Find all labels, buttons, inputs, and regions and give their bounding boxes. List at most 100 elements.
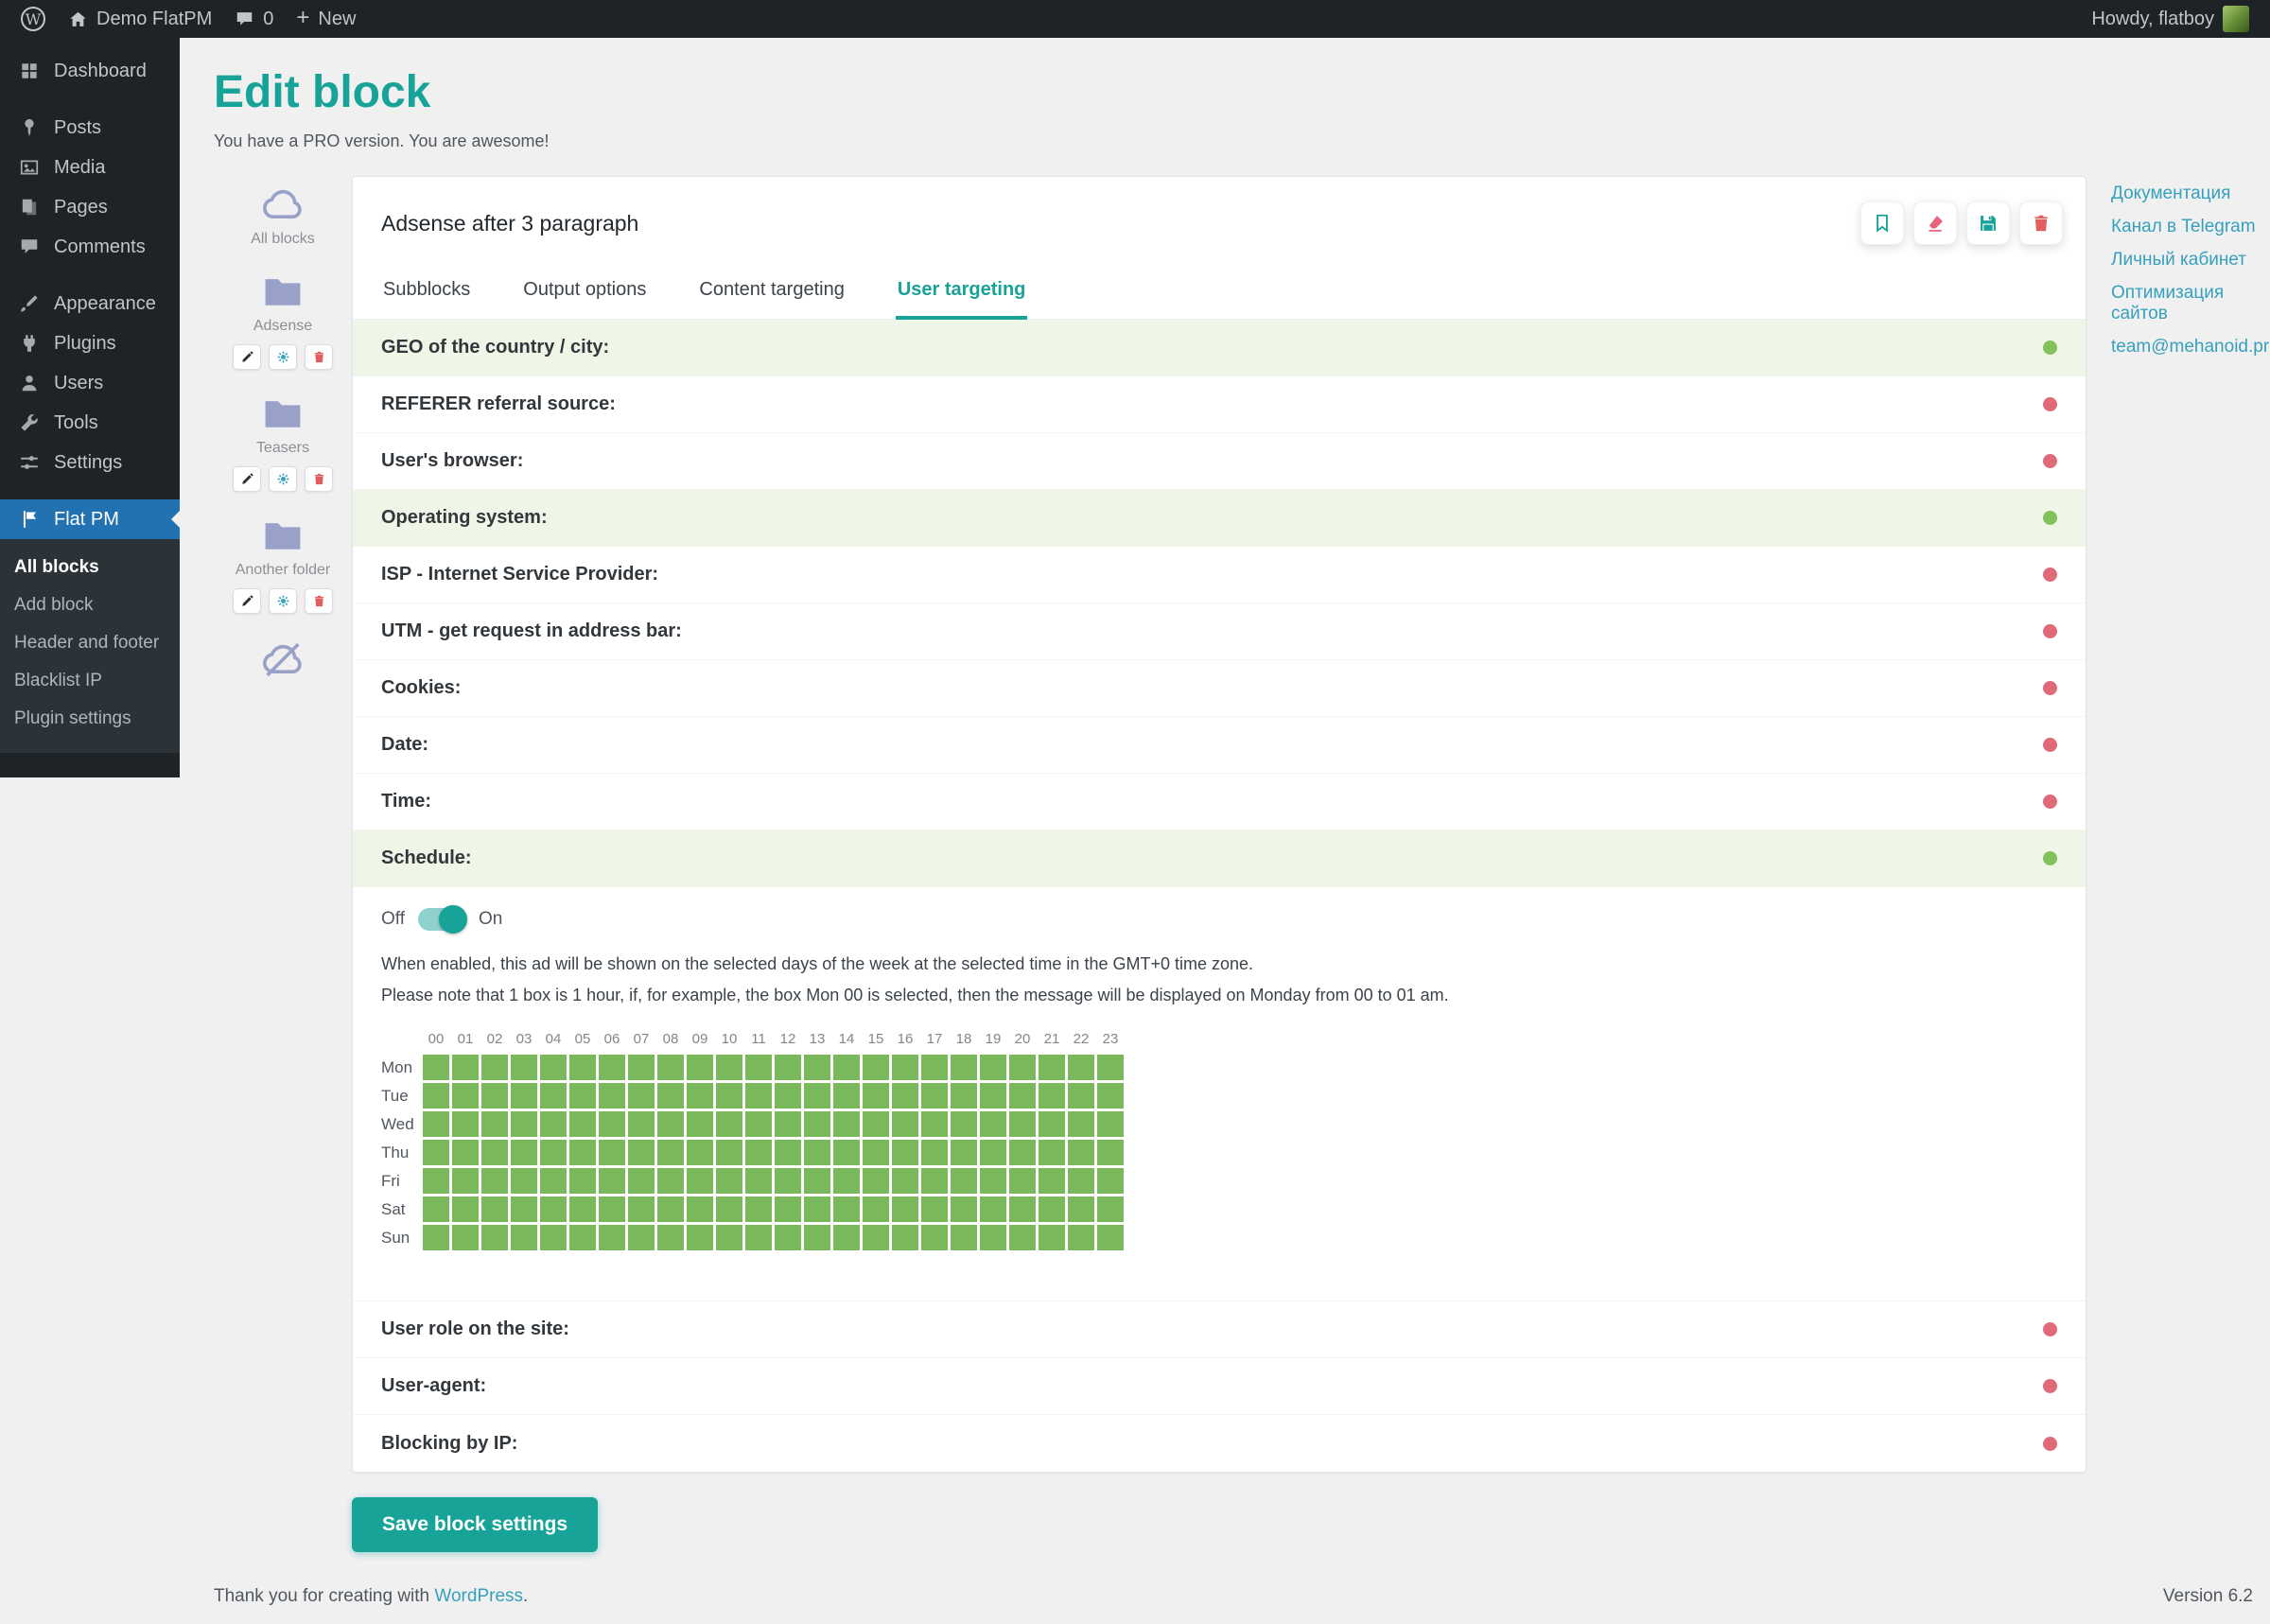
schedule-cell-wed-12[interactable] bbox=[775, 1111, 801, 1137]
schedule-cell-wed-02[interactable] bbox=[481, 1111, 508, 1137]
tab-subblocks[interactable]: Subblocks bbox=[381, 268, 472, 320]
targeting-row-geo-of-the-country-city[interactable]: GEO of the country / city: bbox=[353, 320, 2086, 376]
schedule-cell-wed-14[interactable] bbox=[833, 1111, 860, 1137]
targeting-row-user-agent[interactable]: User-agent: bbox=[353, 1358, 2086, 1415]
schedule-cell-mon-07[interactable] bbox=[628, 1055, 655, 1080]
schedule-cell-mon-10[interactable] bbox=[716, 1055, 742, 1080]
schedule-cell-tue-11[interactable] bbox=[745, 1083, 772, 1109]
schedule-cell-fri-15[interactable] bbox=[863, 1168, 889, 1194]
schedule-cell-sat-06[interactable] bbox=[599, 1196, 625, 1222]
schedule-cell-sun-11[interactable] bbox=[745, 1225, 772, 1250]
sidebar-item-plugins[interactable]: Plugins bbox=[0, 323, 180, 363]
schedule-cell-sat-12[interactable] bbox=[775, 1196, 801, 1222]
schedule-cell-wed-09[interactable] bbox=[687, 1111, 713, 1137]
schedule-cell-fri-12[interactable] bbox=[775, 1168, 801, 1194]
sidebar-item-appearance[interactable]: Appearance bbox=[0, 284, 180, 323]
delete-folder-button[interactable] bbox=[305, 466, 333, 492]
schedule-cell-wed-10[interactable] bbox=[716, 1111, 742, 1137]
schedule-cell-wed-03[interactable] bbox=[511, 1111, 537, 1137]
schedule-cell-fri-01[interactable] bbox=[452, 1168, 479, 1194]
sidebar-item-media[interactable]: Media bbox=[0, 148, 180, 187]
sidebar-item-dashboard[interactable]: Dashboard bbox=[0, 51, 180, 91]
schedule-cell-tue-01[interactable] bbox=[452, 1083, 479, 1109]
schedule-cell-thu-18[interactable] bbox=[951, 1140, 977, 1165]
schedule-cell-sun-01[interactable] bbox=[452, 1225, 479, 1250]
schedule-cell-sat-05[interactable] bbox=[569, 1196, 596, 1222]
schedule-toggle[interactable] bbox=[418, 908, 465, 931]
schedule-cell-thu-08[interactable] bbox=[657, 1140, 684, 1165]
schedule-cell-thu-22[interactable] bbox=[1068, 1140, 1094, 1165]
schedule-cell-sat-23[interactable] bbox=[1097, 1196, 1124, 1222]
targeting-row-date[interactable]: Date: bbox=[353, 717, 2086, 774]
schedule-cell-sat-22[interactable] bbox=[1068, 1196, 1094, 1222]
schedule-cell-sat-18[interactable] bbox=[951, 1196, 977, 1222]
sidebar-subitem-add-block[interactable]: Add block bbox=[0, 586, 180, 624]
tab-content-targeting[interactable]: Content targeting bbox=[697, 268, 846, 320]
schedule-cell-fri-07[interactable] bbox=[628, 1168, 655, 1194]
schedule-cell-tue-03[interactable] bbox=[511, 1083, 537, 1109]
schedule-cell-tue-19[interactable] bbox=[980, 1083, 1006, 1109]
schedule-cell-sun-05[interactable] bbox=[569, 1225, 596, 1250]
sidebar-item-pages[interactable]: Pages bbox=[0, 187, 180, 227]
schedule-cell-sat-09[interactable] bbox=[687, 1196, 713, 1222]
help-link-email[interactable]: team@mehanoid.pro bbox=[2111, 337, 2259, 358]
targeting-row-blocking-by-ip[interactable]: Blocking by IP: bbox=[353, 1415, 2086, 1472]
schedule-cell-wed-01[interactable] bbox=[452, 1111, 479, 1137]
schedule-cell-wed-22[interactable] bbox=[1068, 1111, 1094, 1137]
schedule-cell-thu-11[interactable] bbox=[745, 1140, 772, 1165]
schedule-cell-fri-19[interactable] bbox=[980, 1168, 1006, 1194]
folder-settings-button[interactable] bbox=[269, 588, 297, 614]
help-link-documentation[interactable]: Документация bbox=[2111, 183, 2259, 204]
schedule-cell-sat-01[interactable] bbox=[452, 1196, 479, 1222]
schedule-cell-wed-08[interactable] bbox=[657, 1111, 684, 1137]
schedule-cell-sun-15[interactable] bbox=[863, 1225, 889, 1250]
schedule-cell-tue-22[interactable] bbox=[1068, 1083, 1094, 1109]
schedule-cell-fri-18[interactable] bbox=[951, 1168, 977, 1194]
schedule-cell-mon-13[interactable] bbox=[804, 1055, 830, 1080]
delete-block-button[interactable] bbox=[2019, 201, 2063, 245]
schedule-cell-mon-23[interactable] bbox=[1097, 1055, 1124, 1080]
schedule-cell-tue-13[interactable] bbox=[804, 1083, 830, 1109]
schedule-cell-sat-21[interactable] bbox=[1039, 1196, 1065, 1222]
schedule-cell-thu-15[interactable] bbox=[863, 1140, 889, 1165]
schedule-cell-tue-23[interactable] bbox=[1097, 1083, 1124, 1109]
schedule-cell-wed-16[interactable] bbox=[892, 1111, 918, 1137]
targeting-row-isp-internet-service-provider[interactable]: ISP - Internet Service Provider: bbox=[353, 547, 2086, 603]
schedule-cell-fri-04[interactable] bbox=[540, 1168, 567, 1194]
schedule-cell-fri-17[interactable] bbox=[921, 1168, 948, 1194]
schedule-cell-tue-21[interactable] bbox=[1039, 1083, 1065, 1109]
schedule-cell-mon-16[interactable] bbox=[892, 1055, 918, 1080]
schedule-cell-fri-13[interactable] bbox=[804, 1168, 830, 1194]
schedule-cell-sun-22[interactable] bbox=[1068, 1225, 1094, 1250]
folder-all-blocks[interactable]: All blocks bbox=[251, 182, 315, 248]
schedule-cell-thu-06[interactable] bbox=[599, 1140, 625, 1165]
schedule-cell-mon-04[interactable] bbox=[540, 1055, 567, 1080]
sidebar-item-comments[interactable]: Comments bbox=[0, 227, 180, 267]
schedule-cell-mon-11[interactable] bbox=[745, 1055, 772, 1080]
folder-settings-button[interactable] bbox=[269, 466, 297, 492]
account-menu[interactable]: Howdy, flatboy bbox=[2080, 6, 2261, 32]
schedule-cell-mon-12[interactable] bbox=[775, 1055, 801, 1080]
tab-user-targeting[interactable]: User targeting bbox=[896, 268, 1028, 320]
schedule-cell-sat-10[interactable] bbox=[716, 1196, 742, 1222]
schedule-cell-tue-07[interactable] bbox=[628, 1083, 655, 1109]
schedule-cell-fri-09[interactable] bbox=[687, 1168, 713, 1194]
schedule-cell-sun-10[interactable] bbox=[716, 1225, 742, 1250]
sidebar-subitem-plugin-settings[interactable]: Plugin settings bbox=[0, 700, 180, 738]
schedule-cell-fri-00[interactable] bbox=[423, 1168, 449, 1194]
schedule-cell-thu-09[interactable] bbox=[687, 1140, 713, 1165]
schedule-cell-mon-02[interactable] bbox=[481, 1055, 508, 1080]
schedule-cell-wed-13[interactable] bbox=[804, 1111, 830, 1137]
schedule-cell-sat-13[interactable] bbox=[804, 1196, 830, 1222]
schedule-cell-wed-07[interactable] bbox=[628, 1111, 655, 1137]
schedule-cell-tue-10[interactable] bbox=[716, 1083, 742, 1109]
new-button[interactable]: + New bbox=[285, 0, 367, 38]
schedule-cell-mon-00[interactable] bbox=[423, 1055, 449, 1080]
sidebar-item-posts[interactable]: Posts bbox=[0, 108, 180, 148]
schedule-cell-thu-00[interactable] bbox=[423, 1140, 449, 1165]
schedule-cell-fri-10[interactable] bbox=[716, 1168, 742, 1194]
folder-another-folder[interactable]: Another folder bbox=[233, 515, 333, 614]
schedule-cell-wed-15[interactable] bbox=[863, 1111, 889, 1137]
schedule-cell-mon-18[interactable] bbox=[951, 1055, 977, 1080]
schedule-cell-sat-19[interactable] bbox=[980, 1196, 1006, 1222]
